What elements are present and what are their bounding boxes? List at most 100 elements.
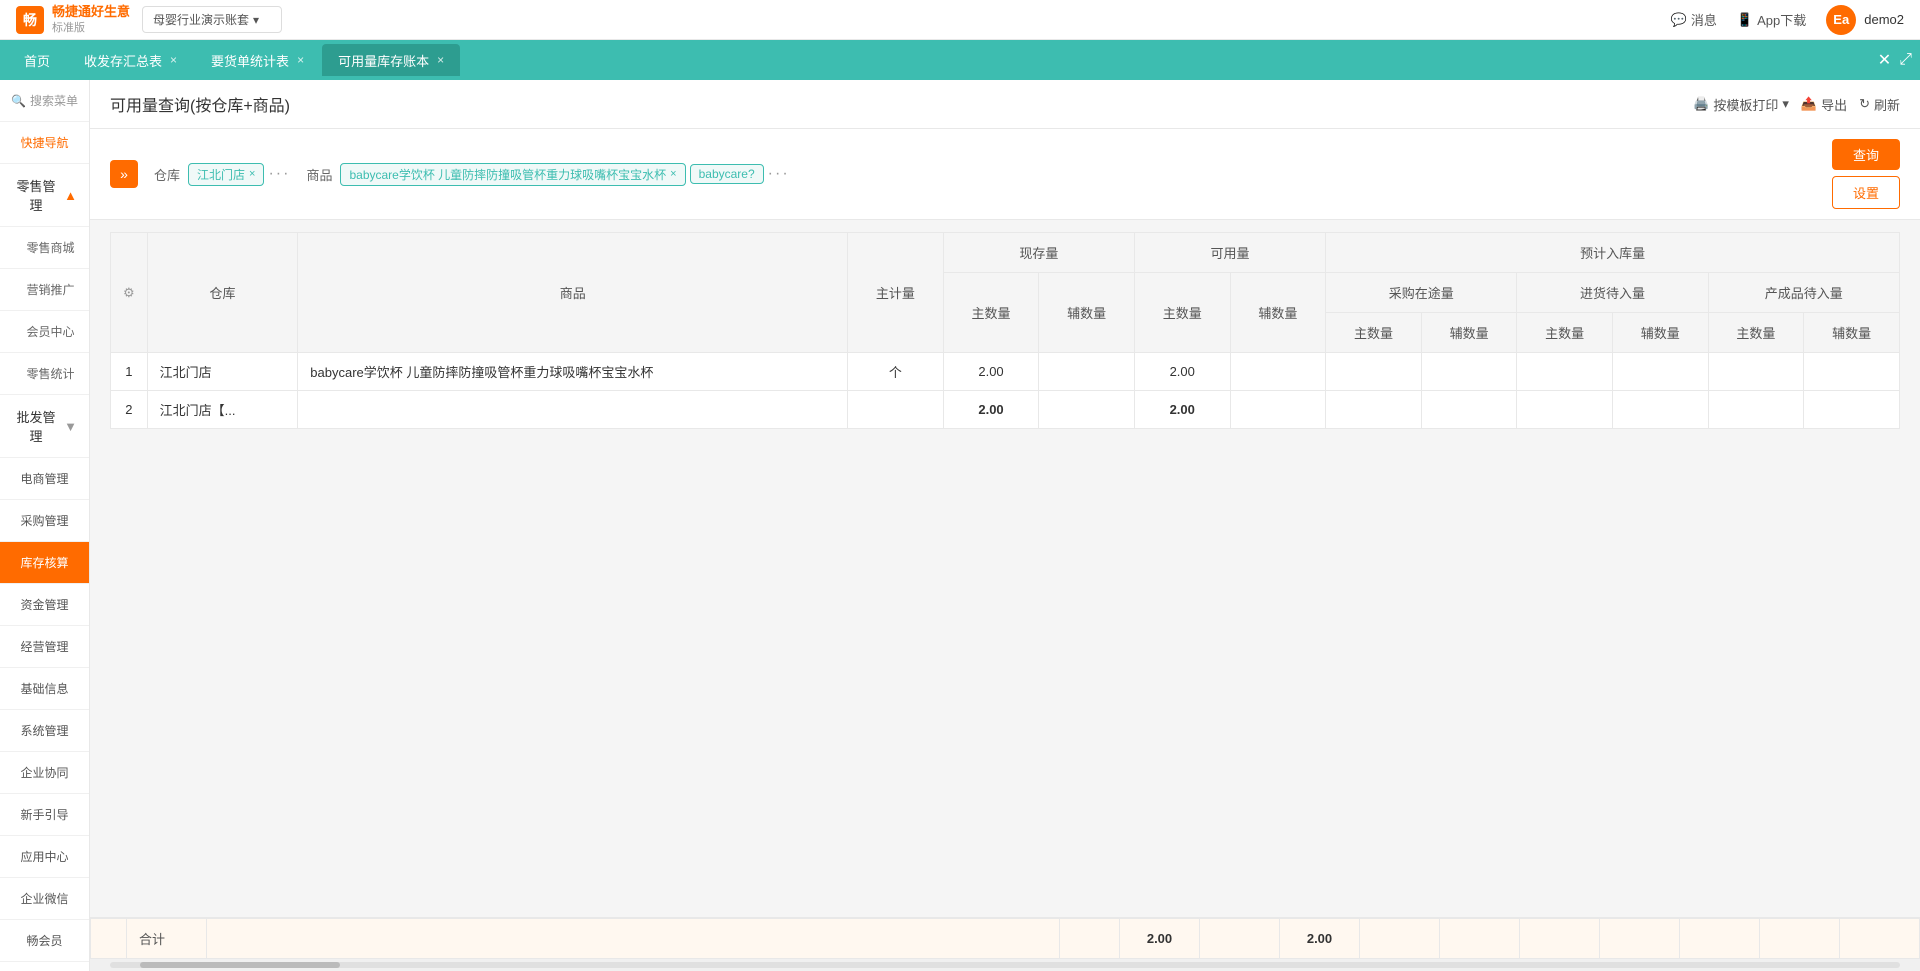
- footer-production-aux: [1840, 919, 1920, 959]
- table-row: 2 江北门店【... 2.00 2.00: [111, 391, 1900, 429]
- refresh-button[interactable]: ↻ 刷新: [1859, 95, 1900, 114]
- print-button[interactable]: 🖨️ 按模板打印 ▾: [1693, 95, 1789, 114]
- sidebar-search[interactable]: 🔍 搜索菜单: [0, 80, 89, 122]
- print-label: 按模板打印: [1713, 95, 1778, 114]
- sidebar-item-inventory[interactable]: 库存核算: [0, 542, 89, 584]
- table-settings-icon[interactable]: ⚙: [123, 285, 135, 300]
- warehouse-ellipsis[interactable]: ···: [268, 165, 290, 183]
- warehouse-filter: 仓库 江北门店 × ···: [154, 163, 290, 186]
- tab-home[interactable]: 首页: [8, 44, 66, 76]
- row-1-num: 1: [111, 353, 148, 391]
- row-1-warehouse: 江北门店: [147, 353, 298, 391]
- product-tag-1-close[interactable]: ×: [670, 168, 676, 180]
- quick-nav-label: 快捷导航: [20, 134, 68, 151]
- col-production-pending-main: 主数量: [1708, 313, 1804, 353]
- industry-arrow: ▾: [253, 13, 259, 27]
- page-header: 可用量查询(按仓库+商品) 🖨️ 按模板打印 ▾ 📤 导出 ↻ 刷新: [90, 80, 1920, 129]
- row-2-stock-main: 2.00: [943, 391, 1039, 429]
- sidebar-item-newbie[interactable]: 新手引导: [0, 794, 89, 836]
- filter-area: » 仓库 江北门店 × ··· 商品 babycare学饮杯 儿童防摔防撞吸管杯…: [90, 129, 1920, 220]
- col-settings-header: ⚙: [111, 233, 148, 353]
- filter-toggle[interactable]: »: [110, 160, 138, 188]
- product-tag-2[interactable]: babycare?: [690, 164, 764, 184]
- product-tag-1-label: babycare学饮杯 儿童防摔防撞吸管杯重力球吸嘴杯宝宝水杯: [349, 166, 666, 183]
- sidebar-item-purchase[interactable]: 采购管理: [0, 500, 89, 542]
- product-ellipsis[interactable]: ···: [768, 165, 790, 183]
- sidebar-item-ecommerce-label: 电商管理: [20, 470, 68, 487]
- sidebar-item-wholesale-label: 批发管理: [12, 407, 60, 445]
- sidebar-item-basic-info[interactable]: 基础信息: [0, 668, 89, 710]
- tab-available-stock[interactable]: 可用量库存账本 ×: [322, 44, 460, 76]
- sidebar-item-vip[interactable]: 畅会员: [0, 920, 89, 962]
- row-2-avail-main: 2.00: [1134, 391, 1230, 429]
- row-1-production-main: [1708, 353, 1804, 391]
- top-bar-left: 畅 畅捷通好生意 标准版 母婴行业演示账套 ▾: [16, 4, 282, 35]
- logo-text: 畅捷通好生意 标准版: [52, 4, 130, 35]
- warehouse-tag-1[interactable]: 江北门店 ×: [188, 163, 264, 186]
- user-info[interactable]: Ea demo2: [1826, 5, 1904, 35]
- col-avail-main-header: 主数量: [1134, 273, 1230, 353]
- bottom-scrollbar[interactable]: [90, 959, 1920, 971]
- sidebar-quick-nav[interactable]: 快捷导航: [0, 122, 89, 164]
- content-area: 可用量查询(按仓库+商品) 🖨️ 按模板打印 ▾ 📤 导出 ↻ 刷新: [90, 80, 1920, 971]
- industry-label: 母婴行业演示账套: [153, 11, 249, 28]
- setting-button[interactable]: 设置: [1832, 176, 1900, 209]
- message-label: 消息: [1691, 10, 1717, 29]
- footer-purchase-pending-main: [1600, 919, 1680, 959]
- tab-available-stock-label: 可用量库存账本: [338, 51, 429, 70]
- nav-close-icon[interactable]: ✕: [1878, 50, 1891, 70]
- sidebar-item-wholesale[interactable]: 批发管理 ▼: [0, 395, 89, 458]
- export-button[interactable]: 📤 导出: [1801, 95, 1847, 114]
- row-1-purchase-transit-main: [1326, 353, 1422, 391]
- col-available-header: 可用量: [1134, 233, 1325, 273]
- sidebar-item-finance-label: 资金管理: [20, 596, 68, 613]
- message-button[interactable]: 💬 消息: [1671, 10, 1717, 29]
- col-stock-aux-header: 辅数量: [1039, 273, 1135, 353]
- app-download-button[interactable]: 📱 App下载: [1737, 10, 1806, 29]
- sidebar-item-finance[interactable]: 资金管理: [0, 584, 89, 626]
- row-2-purchase-pending-main: [1517, 391, 1613, 429]
- sidebar-item-member[interactable]: 会员中心: [0, 311, 89, 353]
- table-container: ⚙ 仓库 商品 主计量 现存量 可用量 预计入库量 主数量 辅数量 主数量 辅数…: [90, 220, 1920, 917]
- tab-stock-summary-label: 收发存汇总表: [84, 51, 162, 70]
- sidebar-item-retail-mall[interactable]: 零售商城: [0, 227, 89, 269]
- row-1-stock-aux: [1039, 353, 1135, 391]
- sidebar-item-retail[interactable]: 零售管理 ▲: [0, 164, 89, 227]
- header-row-1: ⚙ 仓库 商品 主计量 现存量 可用量 预计入库量: [111, 233, 1900, 273]
- col-purchase-pending-main: 主数量: [1517, 313, 1613, 353]
- sidebar-item-member-label: 会员中心: [26, 323, 74, 340]
- sidebar-item-wechat-label: 企业微信: [20, 890, 68, 907]
- sidebar-item-wechat[interactable]: 企业微信: [0, 878, 89, 920]
- sidebar-item-retail-stats-label: 零售统计: [26, 365, 74, 382]
- footer-empty-3: [1060, 919, 1120, 959]
- sidebar-item-marketing[interactable]: 营销推广: [0, 269, 89, 311]
- tab-order-stats[interactable]: 要货单统计表 ×: [195, 44, 320, 76]
- warehouse-tag-1-close[interactable]: ×: [249, 168, 255, 180]
- sidebar: 🔍 搜索菜单 快捷导航 零售管理 ▲ 零售商城 营销推广 会员中心 零售统计 批…: [0, 80, 90, 971]
- nav-expand-icon[interactable]: ⤢: [1899, 51, 1912, 69]
- row-2-production-aux: [1804, 391, 1900, 429]
- footer-empty-1: [91, 919, 127, 959]
- sidebar-item-app-center[interactable]: 应用中心: [0, 836, 89, 878]
- footer-table: 合计 2.00 2.00: [90, 918, 1920, 959]
- sidebar-item-operations[interactable]: 经营管理: [0, 626, 89, 668]
- product-tag-1[interactable]: babycare学饮杯 儿童防摔防撞吸管杯重力球吸嘴杯宝宝水杯 ×: [340, 163, 685, 186]
- footer-purchase-transit-main: [1440, 919, 1520, 959]
- sidebar-item-system[interactable]: 系统管理: [0, 710, 89, 752]
- user-name: demo2: [1864, 12, 1904, 27]
- tab-order-stats-close[interactable]: ×: [297, 53, 304, 67]
- tab-available-stock-close[interactable]: ×: [437, 53, 444, 67]
- print-icon: 🖨️: [1693, 96, 1709, 112]
- industry-select[interactable]: 母婴行业演示账套 ▾: [142, 6, 282, 33]
- row-1-purchase-pending-main: [1517, 353, 1613, 391]
- query-button[interactable]: 查询: [1832, 139, 1900, 170]
- table-body: 1 江北门店 babycare学饮杯 儿童防摔防撞吸管杯重力球吸嘴杯宝宝水杯 个…: [111, 353, 1900, 429]
- sidebar-item-collaboration[interactable]: 企业协同: [0, 752, 89, 794]
- sidebar-item-collaboration-label: 企业协同: [20, 764, 68, 781]
- sidebar-item-retail-stats[interactable]: 零售统计: [0, 353, 89, 395]
- row-1-unit: 个: [848, 353, 944, 391]
- sidebar-item-ecommerce[interactable]: 电商管理: [0, 458, 89, 500]
- tab-stock-summary[interactable]: 收发存汇总表 ×: [68, 44, 193, 76]
- scrollbar-thumb[interactable]: [140, 962, 340, 968]
- tab-stock-summary-close[interactable]: ×: [170, 53, 177, 67]
